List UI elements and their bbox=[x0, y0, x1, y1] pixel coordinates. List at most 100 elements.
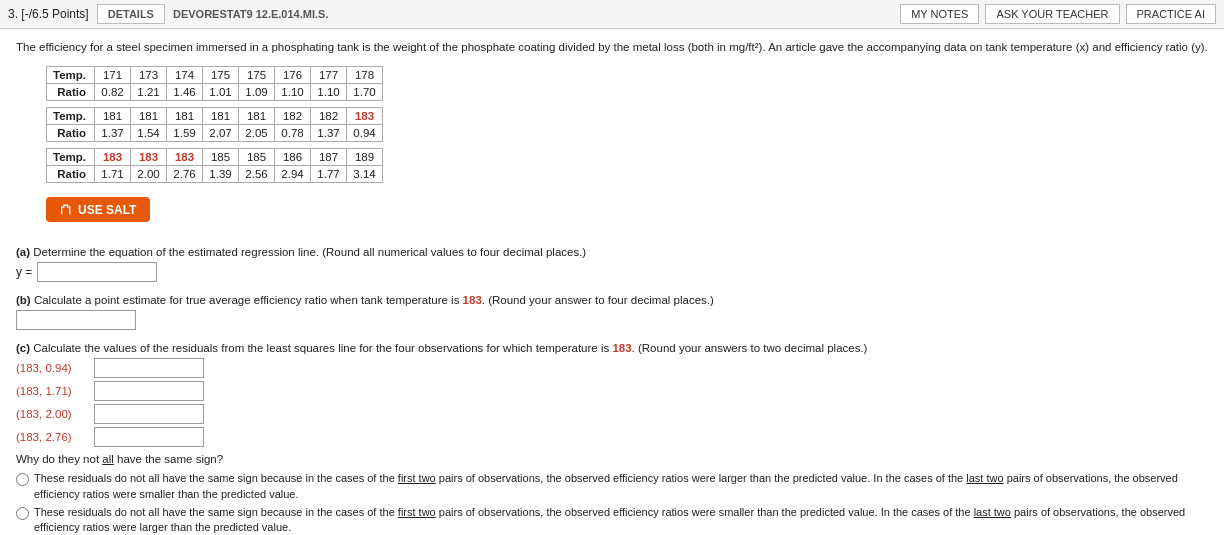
salt-icon: ⛫ bbox=[60, 202, 73, 217]
top-bar-left: 3. [-/6.5 Points] DETAILS DEVORESTAT9 12… bbox=[8, 4, 328, 24]
cell: 171 bbox=[95, 67, 131, 84]
use-salt-button[interactable]: ⛫ USE SALT bbox=[46, 197, 150, 222]
cell: 1.59 bbox=[167, 125, 203, 142]
residual-label-3: (183, 2.00) bbox=[16, 408, 86, 420]
table-row: Temp. 183 183 183 185 185 186 187 189 bbox=[47, 149, 383, 166]
cell: 182 bbox=[275, 108, 311, 125]
radio-option-2: These residuals do not all have the same… bbox=[16, 505, 1208, 535]
part-c-description: Calculate the values of the residuals fr… bbox=[33, 342, 867, 354]
sign-question: Why do they not all have the same sign? bbox=[16, 453, 1208, 465]
table-row: Ratio 0.82 1.21 1.46 1.01 1.09 1.10 1.10… bbox=[47, 84, 383, 101]
table-row: Temp. 181 181 181 181 181 182 182 183 bbox=[47, 108, 383, 125]
residual-row-3: (183, 2.00) bbox=[16, 404, 1208, 424]
cell: 176 bbox=[275, 67, 311, 84]
cell: 187 bbox=[311, 149, 347, 166]
radio-label-2: These residuals do not all have the same… bbox=[34, 505, 1208, 535]
details-button[interactable]: DETAILS bbox=[97, 4, 165, 24]
radio-label-1: These residuals do not all have the same… bbox=[34, 471, 1208, 502]
part-b-highlight: 183 bbox=[463, 294, 482, 306]
radio-input-1[interactable] bbox=[16, 473, 29, 486]
y-label: y = bbox=[16, 265, 32, 279]
part-b-description: Calculate a point estimate for true aver… bbox=[34, 294, 714, 306]
temp-label-2: Temp. bbox=[47, 108, 95, 125]
cell: 2.05 bbox=[239, 125, 275, 142]
residual-input-2[interactable] bbox=[94, 381, 204, 401]
ratio-label-1: Ratio bbox=[47, 84, 95, 101]
cell: 2.94 bbox=[275, 166, 311, 183]
cell: 1.10 bbox=[311, 84, 347, 101]
residual-row-1: (183, 0.94) bbox=[16, 358, 1208, 378]
residuals-block: (183, 0.94) (183, 1.71) (183, 2.00) (183… bbox=[16, 358, 1208, 447]
cell: 1.37 bbox=[311, 125, 347, 142]
problem-number: 3. [-/6.5 Points] bbox=[8, 7, 89, 21]
cell: 2.00 bbox=[131, 166, 167, 183]
data-table-3: Temp. 183 183 183 185 185 186 187 189 Ra… bbox=[46, 148, 383, 183]
cell: 1.77 bbox=[311, 166, 347, 183]
cell: 181 bbox=[167, 108, 203, 125]
cell: 181 bbox=[131, 108, 167, 125]
cell-highlighted: 183 bbox=[95, 149, 131, 166]
cell: 1.21 bbox=[131, 84, 167, 101]
ask-teacher-button[interactable]: ASK YOUR TEACHER bbox=[985, 4, 1119, 24]
cell: 0.94 bbox=[347, 125, 383, 142]
part-a-description: Determine the equation of the estimated … bbox=[33, 246, 586, 258]
residual-label-2: (183, 1.71) bbox=[16, 385, 86, 397]
cell-highlighted: 183 bbox=[131, 149, 167, 166]
cell: 1.09 bbox=[239, 84, 275, 101]
data-table-2: Temp. 181 181 181 181 181 182 182 183 Ra… bbox=[46, 107, 383, 142]
table-row: Ratio 1.71 2.00 2.76 1.39 2.56 2.94 1.77… bbox=[47, 166, 383, 183]
part-c: (c) Calculate the values of the residual… bbox=[16, 342, 1208, 535]
cell: 182 bbox=[311, 108, 347, 125]
temp-label-3: Temp. bbox=[47, 149, 95, 166]
cell: 0.82 bbox=[95, 84, 131, 101]
cell: 181 bbox=[239, 108, 275, 125]
table-row: Temp. 171 173 174 175 175 176 177 178 bbox=[47, 67, 383, 84]
part-b-letter: (b) bbox=[16, 294, 31, 306]
residual-row-4: (183, 2.76) bbox=[16, 427, 1208, 447]
part-a-letter: (a) bbox=[16, 246, 30, 258]
residual-input-1[interactable] bbox=[94, 358, 204, 378]
residual-input-4[interactable] bbox=[94, 427, 204, 447]
cell: 1.39 bbox=[203, 166, 239, 183]
cell: 1.10 bbox=[275, 84, 311, 101]
residual-input-3[interactable] bbox=[94, 404, 204, 424]
cell: 174 bbox=[167, 67, 203, 84]
ratio-label-2: Ratio bbox=[47, 125, 95, 142]
cell: 2.56 bbox=[239, 166, 275, 183]
use-salt-label: USE SALT bbox=[78, 203, 136, 217]
cell: 181 bbox=[203, 108, 239, 125]
radio-input-2[interactable] bbox=[16, 507, 29, 520]
top-bar-right: MY NOTES ASK YOUR TEACHER PRACTICE AI bbox=[900, 4, 1216, 24]
part-c-letter: (c) bbox=[16, 342, 30, 354]
part-a: (a) Determine the equation of the estima… bbox=[16, 246, 1208, 282]
main-content: The efficiency for a steel specimen imme… bbox=[0, 29, 1224, 535]
problem-description: The efficiency for a steel specimen imme… bbox=[16, 39, 1208, 56]
data-table-1: Temp. 171 173 174 175 175 176 177 178 Ra… bbox=[46, 66, 383, 101]
part-b-input[interactable] bbox=[16, 310, 136, 330]
practice-ai-button[interactable]: PRACTICE AI bbox=[1126, 4, 1216, 24]
part-a-input[interactable] bbox=[37, 262, 157, 282]
residual-row-2: (183, 1.71) bbox=[16, 381, 1208, 401]
temp-label-1: Temp. bbox=[47, 67, 95, 84]
cell: 175 bbox=[203, 67, 239, 84]
cell: 181 bbox=[95, 108, 131, 125]
part-c-highlight: 183 bbox=[612, 342, 631, 354]
table-row: Ratio 1.37 1.54 1.59 2.07 2.05 0.78 1.37… bbox=[47, 125, 383, 142]
cell: 1.71 bbox=[95, 166, 131, 183]
cell: 178 bbox=[347, 67, 383, 84]
cell: 0.78 bbox=[275, 125, 311, 142]
radio-option-1: These residuals do not all have the same… bbox=[16, 471, 1208, 502]
top-bar: 3. [-/6.5 Points] DETAILS DEVORESTAT9 12… bbox=[0, 0, 1224, 29]
residual-label-1: (183, 0.94) bbox=[16, 362, 86, 374]
cell: 1.46 bbox=[167, 84, 203, 101]
cell-highlighted: 183 bbox=[167, 149, 203, 166]
my-notes-button[interactable]: MY NOTES bbox=[900, 4, 979, 24]
cell: 175 bbox=[239, 67, 275, 84]
cell: 2.76 bbox=[167, 166, 203, 183]
breadcrumb: DEVORESTAT9 12.E.014.MI.S. bbox=[173, 8, 328, 20]
y-equation-row: y = bbox=[16, 262, 1208, 282]
part-a-text: (a) Determine the equation of the estima… bbox=[16, 246, 1208, 258]
cell: 1.70 bbox=[347, 84, 383, 101]
residual-label-4: (183, 2.76) bbox=[16, 431, 86, 443]
cell: 185 bbox=[203, 149, 239, 166]
